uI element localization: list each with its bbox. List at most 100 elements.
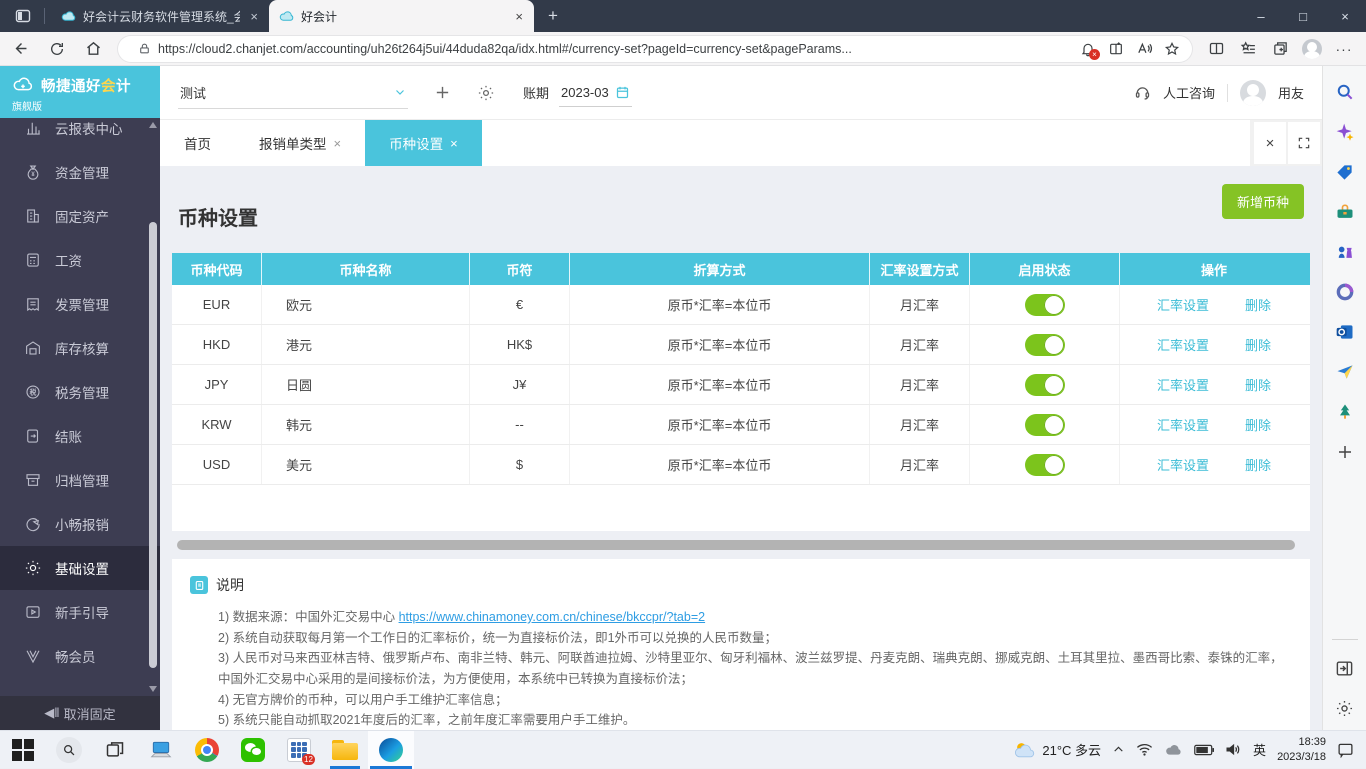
wechat-icon[interactable] [230,731,276,769]
taskbar-search-icon[interactable] [46,731,92,769]
maximize-button[interactable]: □ [1282,0,1324,32]
sidebar-item-funds[interactable]: ¥ 资金管理 [0,150,160,194]
copilot-icon[interactable] [1333,120,1357,144]
microsoft365-icon[interactable] [1333,280,1357,304]
remote-desktop-icon[interactable] [138,731,184,769]
scroll-down-icon[interactable] [149,686,157,692]
sidebar-item-payroll[interactable]: 工资 [0,238,160,282]
chinamoney-link[interactable]: https://www.chinamoney.com.cn/chinese/bk… [399,610,706,624]
sidebar-item-reimburse[interactable]: 小畅报销 [0,502,160,546]
tab-currency-set[interactable]: 币种设置 × [365,120,482,166]
new-tab-button[interactable]: + [534,6,572,26]
favorites-bar-icon[interactable] [1232,35,1264,63]
close-button[interactable]: × [1324,0,1366,32]
enable-toggle[interactable] [1024,333,1065,356]
delete-link[interactable]: 删除 [1245,415,1271,434]
refresh-icon[interactable] [42,35,72,63]
send-plane-icon[interactable] [1333,360,1357,384]
edge-icon[interactable] [368,730,414,769]
address-bar[interactable]: https://cloud2.chanjet.com/accounting/uh… [118,35,1192,62]
scrollbar-thumb[interactable] [149,222,157,668]
enable-toggle[interactable] [1024,453,1065,476]
split-screen-icon[interactable] [1200,35,1232,63]
rate-setting-link[interactable]: 汇率设置 [1157,415,1209,434]
delete-link[interactable]: 删除 [1245,455,1271,474]
collections-icon[interactable] [1264,35,1296,63]
tab-close-icon[interactable]: × [450,136,458,151]
delete-link[interactable]: 删除 [1245,375,1271,394]
user-avatar[interactable] [1239,79,1266,106]
tab-home[interactable]: 首页 [160,120,235,166]
sidebar-item-basic-settings[interactable]: 基础设置 [0,546,160,590]
tab-close-icon[interactable]: × [247,9,261,24]
games-icon[interactable] [1333,240,1357,264]
sidebar-item-closing[interactable]: 结账 [0,414,160,458]
volume-icon[interactable] [1225,742,1242,757]
tree-icon[interactable] [1333,400,1357,424]
chrome-icon[interactable] [184,731,230,769]
read-aloud-icon[interactable] [1130,37,1158,61]
sidebar-item-invoice[interactable]: 发票管理 [0,282,160,326]
sidebar-item-tax[interactable]: 税 税务管理 [0,370,160,414]
back-icon[interactable] [6,35,36,63]
start-button[interactable] [0,731,46,769]
sidebar-search-icon[interactable] [1333,80,1357,104]
tab-close-icon[interactable]: × [334,136,342,151]
notifications-blocked-icon[interactable]: × [1074,37,1102,61]
unpin-sidebar-button[interactable]: ◀‖ 取消固定 [0,696,160,730]
support-link[interactable]: 人工咨询 [1163,83,1215,102]
rate-setting-link[interactable]: 汇率设置 [1157,375,1209,394]
shopping-tag-icon[interactable] [1333,160,1357,184]
clock[interactable]: 18:39 2023/3/18 [1277,735,1326,764]
sidebar-scrollbar[interactable] [147,120,159,694]
wifi-icon[interactable] [1136,742,1153,757]
enable-toggle[interactable] [1024,293,1065,316]
workspaces-icon[interactable] [8,4,38,28]
enable-toggle[interactable] [1024,373,1065,396]
onedrive-cloud-icon[interactable] [1164,743,1183,757]
sidebar-item-guide[interactable]: 新手引导 [0,590,160,634]
delete-link[interactable]: 删除 [1245,335,1271,354]
rate-setting-link[interactable]: 汇率设置 [1157,295,1209,314]
fullscreen-icon[interactable] [1288,122,1320,164]
browser-tab-inactive[interactable]: 好会计云财务软件管理系统_会计 × [51,0,269,32]
add-account-icon[interactable] [434,84,451,101]
account-settings-gear-icon[interactable] [477,84,495,102]
app-grid-icon[interactable]: 12 [276,731,322,769]
tray-expand-icon[interactable] [1112,743,1125,756]
sidebar-item-fixed-assets[interactable]: 固定资产 [0,194,160,238]
org-select[interactable]: 测试 [178,77,408,109]
sidebar-item-report-center[interactable]: 云报表中心 [0,118,160,150]
outlook-icon[interactable] [1333,320,1357,344]
battery-icon[interactable] [1194,744,1215,756]
enable-toggle[interactable] [1024,413,1065,436]
rate-setting-link[interactable]: 汇率设置 [1157,455,1209,474]
user-name[interactable]: 用友 [1278,83,1304,102]
sidebar-item-inventory[interactable]: 库存核算 [0,326,160,370]
sidebar-item-archive[interactable]: 归档管理 [0,458,160,502]
favorite-star-icon[interactable] [1158,37,1186,61]
sidebar-settings-gear-icon[interactable] [1333,696,1357,720]
profile-avatar[interactable] [1296,35,1328,63]
tab-close-icon[interactable]: × [512,9,526,24]
scroll-up-icon[interactable] [149,122,157,128]
period-picker[interactable]: 2023-03 [559,79,632,107]
rate-setting-link[interactable]: 汇率设置 [1157,335,1209,354]
notification-center-icon[interactable] [1337,742,1354,758]
scrollbar-thumb[interactable] [177,540,1295,550]
horizontal-scrollbar[interactable] [172,540,1310,550]
add-currency-button[interactable]: 新增币种 [1221,184,1304,219]
minimize-button[interactable]: – [1240,0,1282,32]
browser-tab-active[interactable]: 好会计 × [269,0,534,32]
file-explorer-icon[interactable] [322,731,368,769]
weather-widget[interactable]: 21°C 多云 [1012,740,1101,760]
home-icon[interactable] [78,35,108,63]
tab-expense-type[interactable]: 报销单类型 × [235,120,365,166]
delete-link[interactable]: 删除 [1245,295,1271,314]
toolbox-icon[interactable] [1333,200,1357,224]
language-indicator[interactable]: 英 [1253,740,1266,759]
add-sidebar-app-icon[interactable] [1333,440,1357,464]
close-all-tabs-icon[interactable]: × [1254,122,1286,164]
more-menu-icon[interactable]: ··· [1328,35,1360,63]
hide-sidebar-icon[interactable] [1333,656,1357,680]
